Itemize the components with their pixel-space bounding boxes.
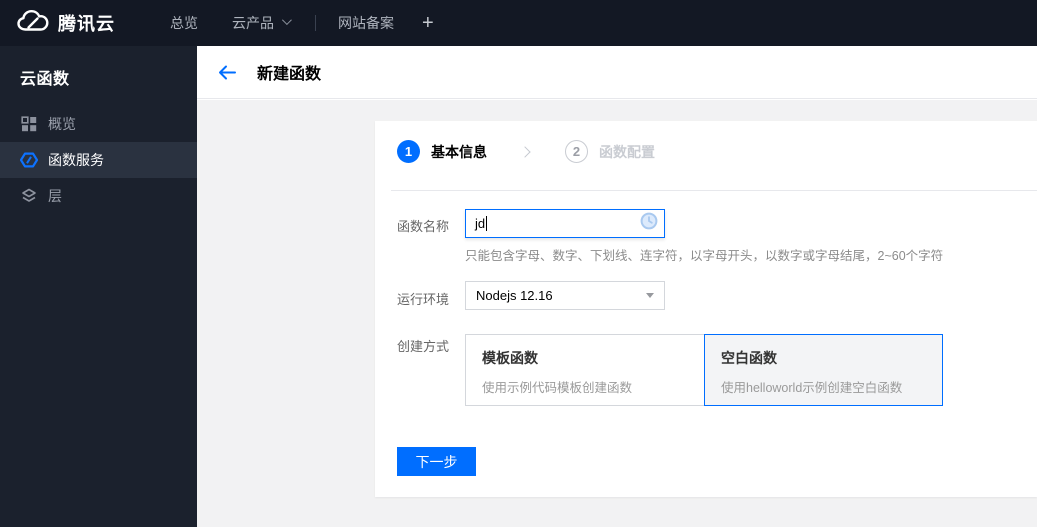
sidebar-title: 云函数 (20, 71, 70, 88)
wizard-steps: 1 基本信息 2 函数配置 (397, 140, 655, 163)
sidebar-item-overview[interactable]: 概览 (0, 106, 197, 142)
text-cursor (486, 216, 488, 231)
topbar-divider (315, 15, 316, 31)
arrow-left-icon (219, 65, 236, 79)
function-name-input[interactable]: jd (465, 209, 665, 238)
sidebar: 云函数 概览 函数服务 层 (0, 46, 197, 527)
clock-icon[interactable] (640, 212, 658, 235)
layers-icon (20, 187, 38, 205)
step-2-label: 函数配置 (599, 143, 655, 160)
scf-hexagon-icon (20, 151, 38, 169)
topbar: 腾讯云 总览 云产品 网站备案 + (0, 0, 1037, 46)
create-function-card: 1 基本信息 2 函数配置 函数名称 jd 只能包含字母、数字、下划线、连字符，… (375, 121, 1037, 497)
function-name-hint: 只能包含字母、数字、下划线、连字符，以字母开头，以数字或字母结尾，2~60个字符 (465, 249, 944, 263)
sidebar-menu: 概览 函数服务 层 (0, 106, 197, 214)
tencent-cloud-logo[interactable]: 腾讯云 (16, 8, 115, 39)
function-name-label: 函数名称 (397, 219, 450, 234)
topbar-item-beian[interactable]: 网站备案 (338, 13, 394, 33)
sidebar-item-layers[interactable]: 层 (0, 178, 197, 214)
step-2-circle: 2 (565, 140, 588, 163)
step-1-circle: 1 (397, 140, 420, 163)
cloud-logo-icon (16, 8, 50, 39)
step-1-label: 基本信息 (431, 143, 487, 160)
option-desc: 使用示例代码模板创建函数 (482, 381, 633, 395)
function-name-value: jd (475, 216, 486, 231)
sidebar-item-label: 概览 (48, 116, 76, 132)
option-title: 模板函数 (482, 350, 538, 366)
content-area: 1 基本信息 2 函数配置 函数名称 jd 只能包含字母、数字、下划线、连字符，… (197, 100, 1037, 527)
runtime-label: 运行环境 (397, 292, 450, 307)
topbar-item-products[interactable]: 云产品 (232, 13, 292, 33)
runtime-value: Nodejs 12.16 (476, 288, 553, 303)
sidebar-item-label: 函数服务 (48, 152, 104, 168)
option-title: 空白函数 (721, 350, 777, 366)
option-template-function[interactable]: 模板函数 使用示例代码模板创建函数 (465, 334, 704, 406)
method-options: 模板函数 使用示例代码模板创建函数 空白函数 使用helloworld示例创建空… (465, 334, 943, 406)
option-blank-function[interactable]: 空白函数 使用helloworld示例创建空白函数 (704, 334, 943, 406)
chevron-down-icon (281, 15, 292, 26)
add-tab-button[interactable]: + (422, 12, 434, 35)
topbar-item-overview[interactable]: 总览 (170, 13, 198, 33)
brand-name: 腾讯云 (58, 14, 115, 34)
topbar-products-label: 云产品 (232, 15, 274, 31)
sidebar-item-scf[interactable]: 函数服务 (0, 142, 197, 178)
runtime-select[interactable]: Nodejs 12.16 (465, 281, 665, 310)
method-label: 创建方式 (397, 339, 450, 354)
grid-icon (20, 115, 38, 133)
select-caret-icon (646, 293, 654, 298)
back-button[interactable] (213, 58, 241, 86)
sidebar-item-label: 层 (48, 188, 62, 204)
option-desc: 使用helloworld示例创建空白函数 (721, 381, 903, 395)
steps-divider (391, 190, 1037, 191)
page-title: 新建函数 (257, 66, 322, 83)
step-chevron-icon (519, 145, 531, 158)
page-header: 新建函数 (197, 46, 1037, 99)
next-step-button[interactable]: 下一步 (397, 447, 476, 476)
